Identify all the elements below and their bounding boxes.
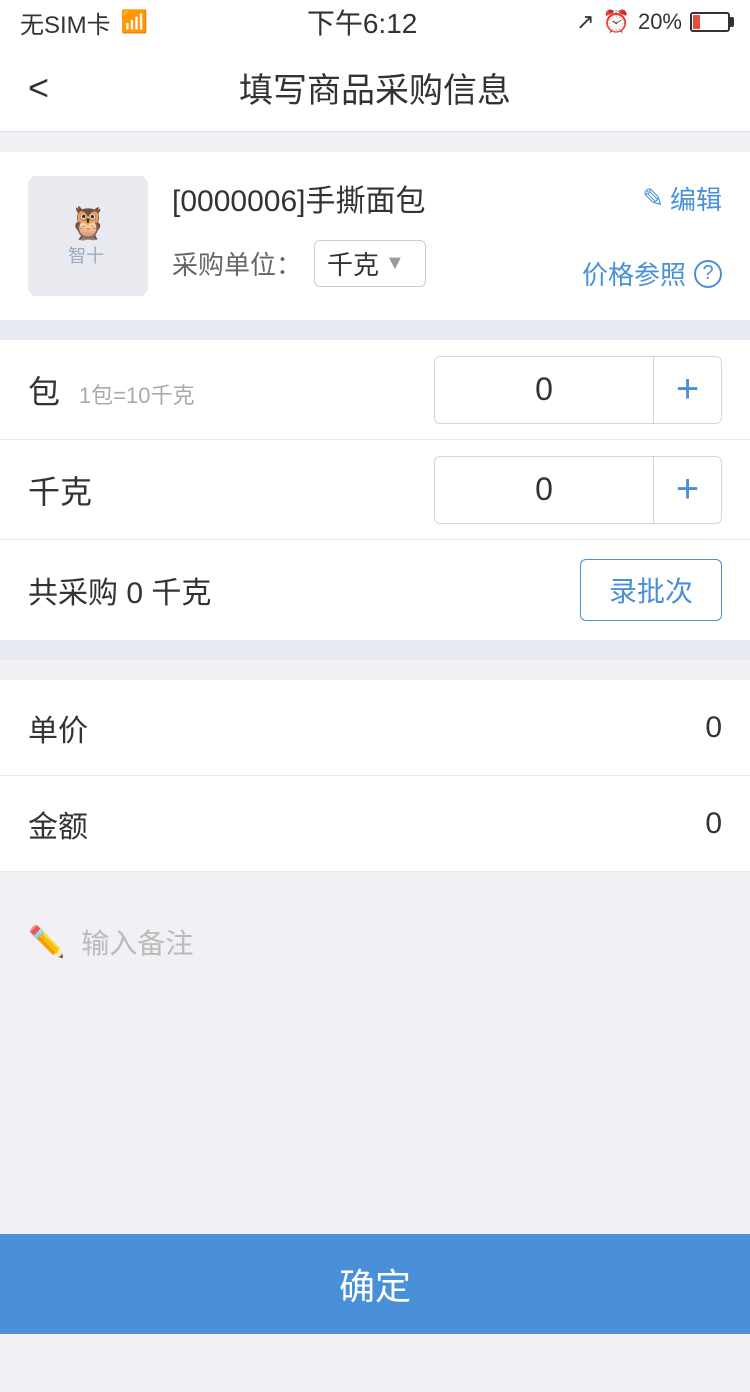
pencil-icon: ✏️ [28,925,65,960]
bao-label: 包 1包=10千克 [28,367,434,413]
confirm-button[interactable]: 确定 [0,1234,750,1334]
bao-controls: 0 + [434,356,722,424]
bao-plus-button[interactable]: + [654,356,722,424]
product-name: [0000006]手撕面包 [172,176,722,220]
status-right: ↗ ⏰ 20% [576,9,730,35]
price-section: 单价 0 金额 0 [0,680,750,872]
product-logo: 🦉 智十 [68,204,108,268]
edit-button[interactable]: ✎ 编辑 [642,180,722,217]
nav-bar: < 填写商品采购信息 [0,44,750,132]
bao-input-row: 包 1包=10千克 0 + [0,340,750,440]
batch-button[interactable]: 录批次 [580,559,722,621]
unit-label: 采购单位： [172,245,302,282]
battery-percent: 20% [638,9,682,35]
price-ref-button[interactable]: 价格参照 ? [582,255,722,292]
unit-price-label: 单价 [28,706,88,750]
unit-price-row: 单价 0 [0,680,750,776]
dropdown-arrow-icon: ▼ [385,252,405,275]
section-divider-2 [0,640,750,660]
bao-input-section: 包 1包=10千克 0 + [0,340,750,440]
status-bar: 无SIM卡 📶 下午6:12 ↗ ⏰ 20% [0,0,750,44]
carrier-label: 无SIM卡 [20,5,111,40]
summary-text: 共采购 0 千克 [28,568,211,612]
info-circle-icon: ? [694,260,722,288]
product-card: 🦉 智十 [0000006]手撕面包 采购单位： 千克 ▼ ✎ 编辑 价格参照 … [0,152,750,320]
battery-fill [693,15,700,29]
summary-row: 共采购 0 千克 录批次 [0,540,750,640]
page-title: 填写商品采购信息 [239,63,511,112]
battery-icon [690,12,730,32]
kg-input[interactable]: 0 [434,456,654,524]
alarm-icon: ⏰ [603,9,630,35]
unit-select[interactable]: 千克 ▼ [314,240,426,287]
amount-value: 0 [705,807,722,841]
edit-icon: ✎ [642,183,664,214]
amount-label: 金额 [28,802,88,846]
status-left: 无SIM卡 📶 [20,5,148,40]
price-ref-label: 价格参照 [582,255,686,292]
back-button[interactable]: < [28,67,49,109]
kg-input-row: 千克 0 + [0,440,750,540]
kg-controls: 0 + [434,456,722,524]
location-icon: ↗ [576,9,594,35]
section-divider-1 [0,320,750,340]
notes-placeholder: 输入备注 [81,922,193,962]
status-time: 下午6:12 [307,2,418,42]
wifi-icon: 📶 [121,9,148,35]
product-image: 🦉 智十 [28,176,148,296]
kg-plus-button[interactable]: + [654,456,722,524]
bao-input[interactable]: 0 [434,356,654,424]
edit-label: 编辑 [670,180,722,217]
unit-value: 千克 [327,245,379,282]
amount-row: 金额 0 [0,776,750,872]
unit-price-value: 0 [705,711,722,745]
bao-sublabel: 1包=10千克 [79,383,195,408]
kg-input-section: 千克 0 + [0,440,750,540]
kg-label: 千克 [28,467,434,513]
notes-section[interactable]: ✏️ 输入备注 [0,892,750,992]
